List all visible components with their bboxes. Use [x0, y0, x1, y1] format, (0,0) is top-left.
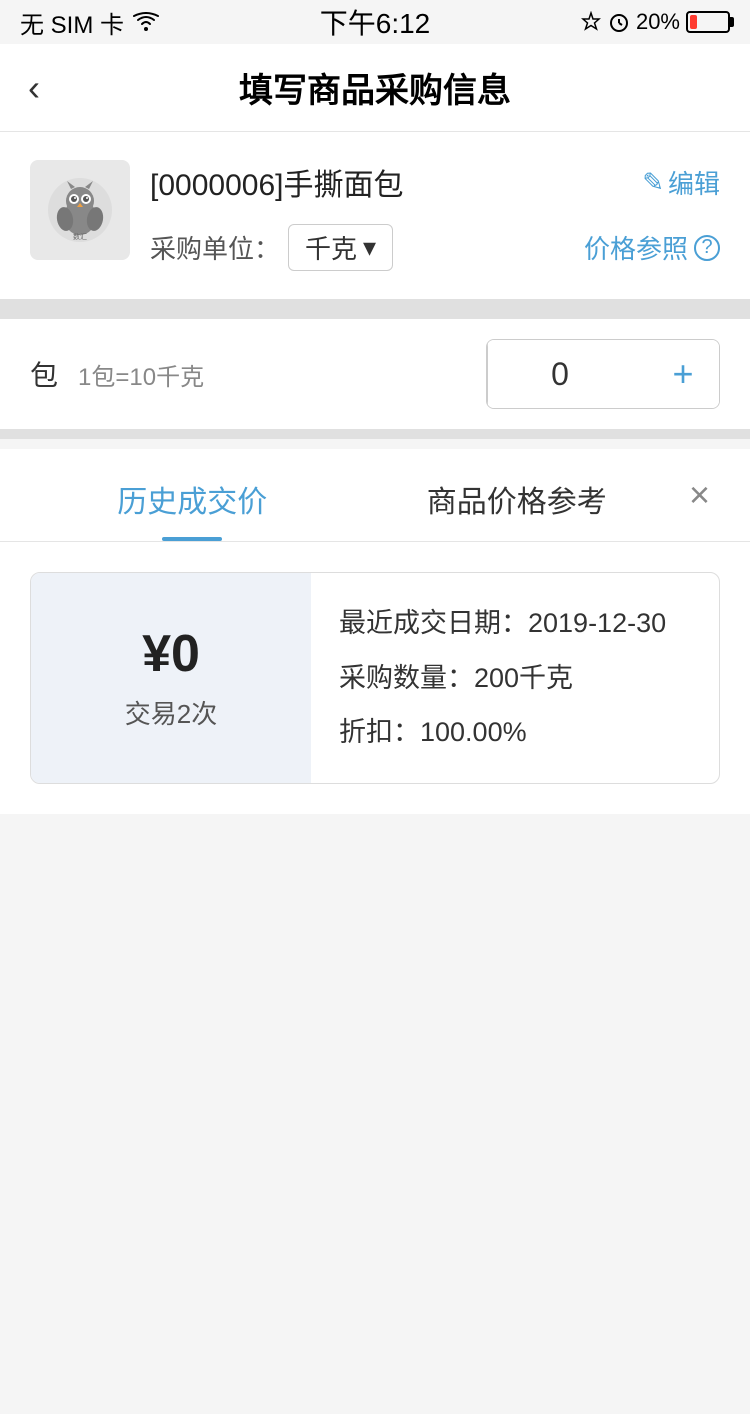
product-info: [0000006]手撕面包 ✎ 编辑 采购单位： 千克 ▾ 价格参照 ?	[150, 160, 720, 271]
price-left-panel: ¥0 交易2次	[31, 573, 311, 783]
tab-history-price[interactable]: 历史成交价	[30, 449, 354, 541]
quantity-plus-button[interactable]: +	[647, 340, 719, 408]
price-card: ¥0 交易2次 最近成交日期：2019-12-30 采购数量：200千克 折扣：…	[30, 572, 720, 784]
tab-product-price-ref[interactable]: 商品价格参考	[354, 449, 678, 541]
divider-2	[0, 429, 750, 439]
product-name: [0000006]手撕面包	[150, 160, 403, 204]
product-logo: 数汇	[45, 175, 115, 245]
tab-close-button[interactable]: ×	[679, 474, 720, 516]
help-icon: ?	[694, 235, 720, 261]
status-left: 无 SIM 卡	[20, 5, 160, 40]
sim-text: 无 SIM 卡	[20, 5, 124, 40]
dropdown-arrow-icon: ▾	[363, 232, 376, 263]
nav-bar: ‹ 填写商品采购信息	[0, 44, 750, 132]
unit-select[interactable]: 千克 ▾	[288, 224, 393, 271]
trade-count: 交易2次	[125, 694, 217, 731]
product-unit-row: 采购单位： 千克 ▾ 价格参照 ?	[150, 224, 720, 271]
price-right-panel: 最近成交日期：2019-12-30 采购数量：200千克 折扣：100.00%	[311, 573, 719, 783]
product-image: 数汇	[30, 160, 130, 260]
discount-row: 折扣：100.00%	[339, 712, 691, 753]
back-button[interactable]: ‹	[28, 67, 40, 109]
edit-icon: ✎	[642, 167, 664, 198]
battery-icon	[686, 11, 730, 33]
page-title: 填写商品采购信息	[239, 63, 511, 112]
unit-hint: 1包=10千克	[78, 357, 204, 392]
quantity-input[interactable]	[487, 340, 647, 408]
product-card: 数汇 [0000006]手撕面包 ✎ 编辑 采购单位： 千克 ▾ 价格参照	[0, 132, 750, 299]
tabs-panel: 历史成交价 商品价格参考 × ¥0 交易2次 最近成交日期：2019-12-30…	[0, 449, 750, 814]
status-time: 下午6:12	[320, 2, 431, 42]
recent-date-row: 最近成交日期：2019-12-30	[339, 603, 691, 644]
svg-text:数汇: 数汇	[73, 232, 87, 241]
edit-button[interactable]: ✎ 编辑	[642, 164, 720, 201]
status-right: 20%	[580, 9, 730, 35]
content-area	[0, 814, 750, 1414]
price-amount: ¥0	[142, 624, 200, 684]
price-ref-button[interactable]: 价格参照 ?	[584, 229, 720, 266]
product-header: [0000006]手撕面包 ✎ 编辑	[150, 160, 720, 204]
wifi-icon	[132, 12, 160, 32]
battery-percent: 20%	[636, 9, 680, 35]
alarm-icon	[608, 11, 630, 33]
quantity-control: +	[486, 339, 720, 409]
quantity-row-detail: 采购数量：200千克	[339, 658, 691, 699]
status-bar: 无 SIM 卡 下午6:12 20%	[0, 0, 750, 44]
unit-label: 采购单位： 千克 ▾	[150, 224, 393, 271]
location-icon	[580, 11, 602, 33]
tabs-header: 历史成交价 商品价格参考 ×	[0, 449, 750, 542]
history-price-content: ¥0 交易2次 最近成交日期：2019-12-30 采购数量：200千克 折扣：…	[0, 542, 750, 814]
section-divider	[0, 299, 750, 319]
unit-badge: 包	[30, 354, 58, 394]
quantity-row: 包 1包=10千克 +	[0, 319, 750, 429]
